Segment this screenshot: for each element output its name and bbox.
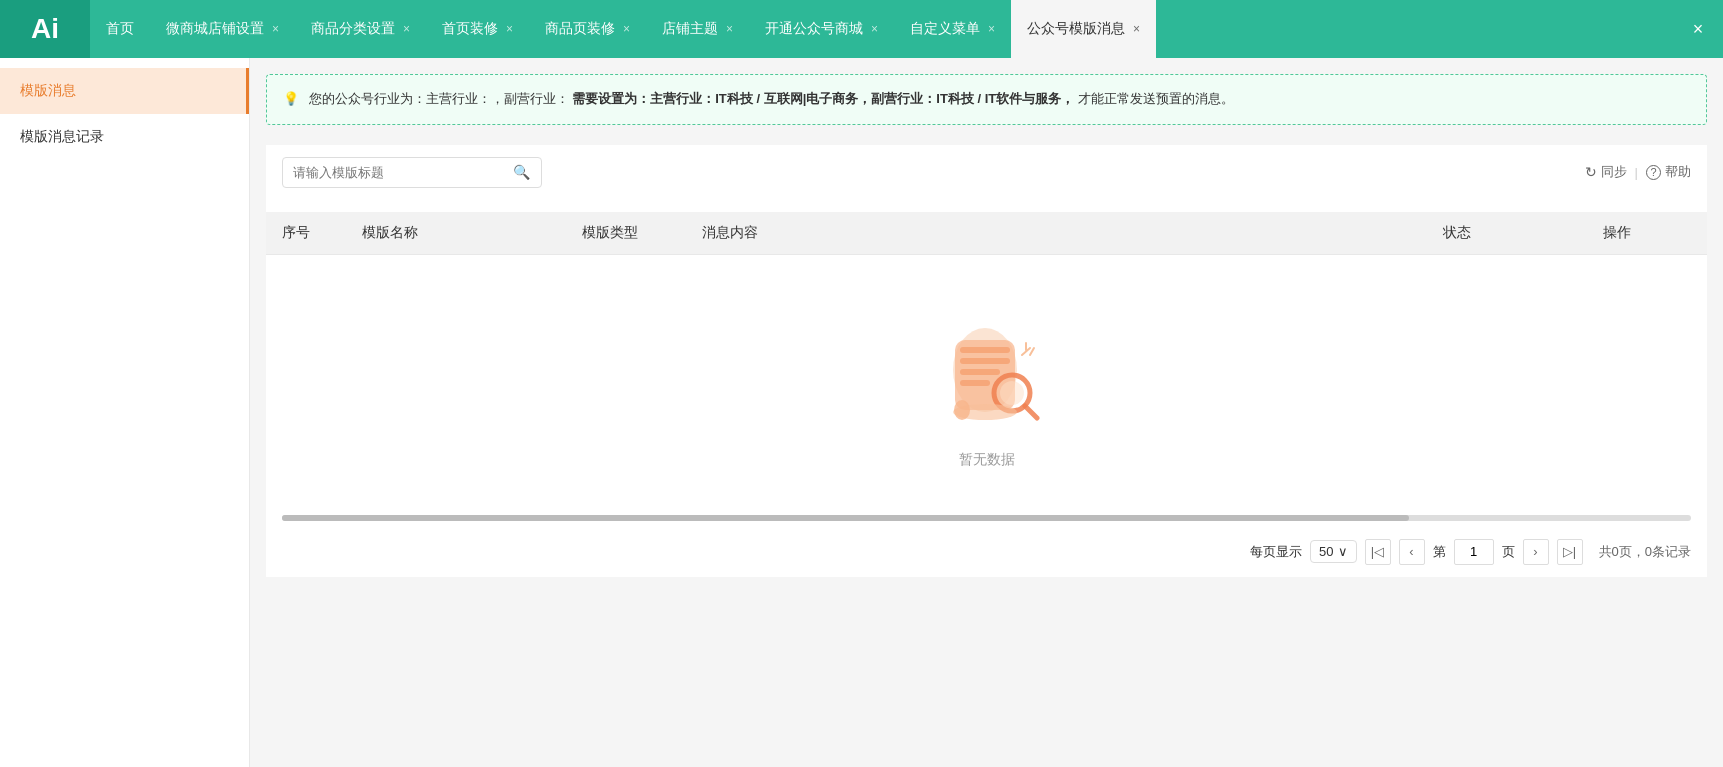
close-icon[interactable]: × [988,22,995,36]
tab-custom-menu[interactable]: 自定义菜单 × [894,0,1011,58]
search-icon[interactable]: 🔍 [513,164,530,180]
svg-line-10 [1030,348,1034,355]
svg-rect-2 [960,347,1010,353]
close-icon[interactable]: × [726,22,733,36]
svg-rect-3 [960,358,1010,364]
close-all-button[interactable]: × [1673,19,1723,40]
close-icon[interactable]: × [623,22,630,36]
search-actions: ↻ 同步 | ? 帮助 [1585,163,1691,181]
help-button[interactable]: ? 帮助 [1646,163,1691,181]
close-icon[interactable]: × [871,22,878,36]
col-name: 模版名称 [346,212,566,255]
close-icon[interactable]: × [272,22,279,36]
data-table: 序号 模版名称 模版类型 消息内容 状态 操作 [266,212,1707,255]
empty-text: 暂无数据 [959,451,1015,469]
tab-bar: 首页 微商城店铺设置 × 商品分类设置 × 首页装修 × 商品页装修 × 店铺主… [90,0,1673,58]
tab-store-theme[interactable]: 店铺主题 × [646,0,749,58]
tab-store-settings[interactable]: 微商城店铺设置 × [150,0,295,58]
table-wrapper: 🔍 ↻ 同步 | ? 帮助 序号 [266,145,1707,577]
divider: | [1635,165,1638,180]
svg-rect-4 [960,369,1000,375]
top-navigation: Ai 首页 微商城店铺设置 × 商品分类设置 × 首页装修 × 商品页装修 × … [0,0,1723,58]
col-status: 状态 [1427,212,1587,255]
col-action: 操作 [1587,212,1707,255]
svg-rect-5 [960,380,990,386]
close-icon[interactable]: × [506,22,513,36]
sidebar-item-template-message-record[interactable]: 模版消息记录 [0,114,249,160]
next-page-button[interactable]: › [1523,539,1549,565]
lightbulb-icon: 💡 [283,91,299,106]
scrollbar-thumb [282,515,1409,521]
tab-homepage-decor[interactable]: 首页装修 × [426,0,529,58]
page-size-label: 每页显示 [1250,543,1302,561]
tab-category-settings[interactable]: 商品分类设置 × [295,0,426,58]
empty-state-icon [927,315,1047,435]
search-input[interactable] [293,158,513,187]
search-input-wrapper: 🔍 [282,157,542,188]
last-page-button[interactable]: ▷| [1557,539,1583,565]
total-info: 共0页，0条记录 [1599,543,1691,561]
page-number-input[interactable] [1454,539,1494,565]
tab-open-wechat-mall[interactable]: 开通公众号商城 × [749,0,894,58]
app-logo: Ai [0,0,90,58]
close-icon[interactable]: × [1133,22,1140,36]
scrollbar-area [266,509,1707,527]
sync-icon: ↻ [1585,164,1597,180]
page-label-ye: 页 [1502,543,1515,561]
sidebar-item-template-message[interactable]: 模版消息 [0,68,249,114]
search-bar: 🔍 ↻ 同步 | ? 帮助 [266,145,1707,200]
alert-banner: 💡 您的公众号行业为：主营行业：，副营行业： 需要设置为：主营行业：IT科技 /… [266,74,1707,125]
tab-product-decor[interactable]: 商品页装修 × [529,0,646,58]
main-layout: 模版消息 模版消息记录 💡 您的公众号行业为：主营行业：，副营行业： 需要设置为… [0,58,1723,767]
col-type: 模版类型 [566,212,686,255]
first-page-button[interactable]: |◁ [1365,539,1391,565]
content-area: 💡 您的公众号行业为：主营行业：，副营行业： 需要设置为：主营行业：IT科技 /… [250,58,1723,767]
tab-home[interactable]: 首页 [90,0,150,58]
close-icon[interactable]: × [403,22,410,36]
svg-point-7 [1000,381,1024,405]
tab-template-message[interactable]: 公众号模版消息 × [1011,0,1156,58]
help-icon: ? [1646,165,1661,180]
page-size-chevron-down-icon: ∨ [1338,544,1348,559]
alert-highlight-text: 需要设置为：主营行业：IT科技 / 互联网|电子商务，副营行业：IT科技 / I… [572,91,1074,106]
pagination: 每页显示 50 ∨ |◁ ‹ 第 页 › ▷| 共0页，0条记录 [266,527,1707,577]
col-seq: 序号 [266,212,346,255]
empty-state: 暂无数据 [266,255,1707,509]
svg-line-8 [1025,406,1037,418]
svg-point-13 [954,400,970,420]
table-header-row: 序号 模版名称 模版类型 消息内容 状态 操作 [266,212,1707,255]
prev-page-button[interactable]: ‹ [1399,539,1425,565]
sidebar: 模版消息 模版消息记录 [0,58,250,767]
page-size-value: 50 [1319,544,1333,559]
page-size-select[interactable]: 50 ∨ [1310,540,1356,563]
page-label-di: 第 [1433,543,1446,561]
horizontal-scrollbar[interactable] [282,515,1691,521]
sync-button[interactable]: ↻ 同步 [1585,163,1627,181]
col-content: 消息内容 [686,212,1427,255]
